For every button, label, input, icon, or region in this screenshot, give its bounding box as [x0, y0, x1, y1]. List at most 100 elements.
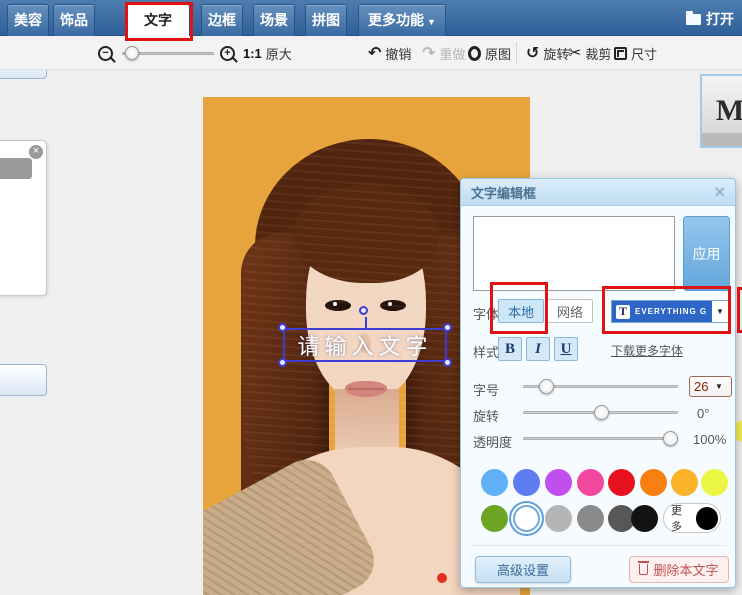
resize-icon — [614, 46, 627, 60]
zoom-actual-label: 原大 — [265, 46, 292, 62]
rotation-value: 0° — [697, 406, 710, 421]
panel-title: 文字编辑框 — [471, 185, 537, 201]
zoom-slider-thumb[interactable] — [125, 46, 139, 60]
text-overlay[interactable]: 请输入文字 — [285, 330, 445, 360]
zoom-ratio: 1:1 — [243, 45, 262, 61]
close-icon[interactable]: × — [714, 183, 725, 201]
zoom-actual-button[interactable]: 1:1 原大 — [243, 36, 292, 70]
panel-separator — [471, 545, 727, 546]
zoom-in-button[interactable]: + — [220, 36, 235, 70]
color-swatch[interactable] — [545, 469, 572, 496]
color-swatch[interactable] — [481, 505, 508, 532]
font-size-thumb[interactable] — [538, 379, 554, 394]
undo-label: 撤销 — [385, 46, 412, 62]
color-swatch[interactable] — [640, 469, 667, 496]
font-preview-tile[interactable]: M — [700, 74, 742, 148]
rotation-slider[interactable] — [523, 405, 678, 420]
tab-scene[interactable]: 场景 — [253, 4, 295, 36]
delete-text-button[interactable]: 删除本文字 — [629, 556, 729, 583]
chevron-down-icon[interactable]: ▼ — [712, 307, 728, 316]
text-edit-panel: 文字编辑框 × 应用 字体 本地 网络 T EVERYTHING G ▼ 样式 … — [460, 178, 736, 588]
text-overlay-selection[interactable]: 请输入文字 — [278, 306, 452, 367]
font-local-button[interactable]: 本地 — [498, 299, 545, 323]
resize-handle-br[interactable] — [443, 358, 452, 367]
redo-button[interactable]: ↷ 重做 — [422, 36, 465, 70]
font-size-slider[interactable] — [523, 379, 678, 394]
text-input[interactable] — [473, 216, 675, 291]
more-colors-dot — [695, 506, 718, 530]
redo-label: 重做 — [439, 46, 466, 62]
color-swatch-selected[interactable] — [513, 505, 540, 532]
crop-button[interactable]: ✂ 裁剪 — [568, 36, 611, 70]
original-icon — [468, 45, 481, 61]
font-network-button[interactable]: 网络 — [547, 299, 594, 323]
card-swatch[interactable] — [0, 158, 32, 179]
font-label: 字体 — [473, 307, 500, 322]
opacity-value: 100% — [693, 432, 727, 447]
color-swatch[interactable] — [577, 469, 604, 496]
tab-more-label: 更多功能 — [368, 12, 425, 28]
zoom-out-icon: − — [98, 45, 113, 61]
resize-button[interactable]: 尺寸 — [614, 36, 657, 70]
tab-decor[interactable]: 饰品 — [53, 4, 95, 36]
zoom-out-button[interactable]: − — [98, 36, 113, 70]
close-icon[interactable]: × — [29, 145, 43, 159]
delete-text-label: 删除本文字 — [653, 563, 719, 578]
italic-button[interactable]: I — [526, 337, 550, 361]
folder-icon — [686, 10, 701, 25]
redo-icon: ↷ — [422, 45, 436, 62]
left-sidebar-button-bottom[interactable] — [0, 364, 47, 396]
font-dropdown-selection: T EVERYTHING G — [612, 301, 712, 322]
toolbar-separator — [516, 43, 517, 63]
tab-text[interactable]: 文字 — [126, 4, 190, 36]
panel-header[interactable]: 文字编辑框 × — [461, 179, 735, 206]
rotation-label: 旋转 — [473, 409, 500, 424]
open-button[interactable]: 打开 — [682, 7, 738, 31]
opacity-slider[interactable] — [523, 431, 678, 446]
rotate-handle[interactable] — [359, 306, 368, 315]
color-swatch[interactable] — [577, 505, 604, 532]
undo-icon: ↶ — [368, 45, 382, 62]
font-size-value: 26 — [694, 379, 709, 394]
color-swatch[interactable] — [671, 469, 698, 496]
font-dropdown[interactable]: T EVERYTHING G ▼ — [611, 300, 729, 323]
chevron-down-icon: ▼ — [715, 382, 723, 391]
style-label: 样式 — [473, 345, 500, 360]
left-sidebar-card: × — [0, 140, 47, 296]
rotation-thumb[interactable] — [594, 405, 610, 420]
resize-handle-tr[interactable] — [443, 323, 452, 332]
color-swatch[interactable] — [545, 505, 572, 532]
open-label: 打开 — [706, 11, 734, 27]
trash-icon — [638, 561, 650, 575]
apply-button[interactable]: 应用 — [683, 216, 730, 291]
color-swatch[interactable] — [608, 469, 635, 496]
color-swatch[interactable] — [481, 469, 508, 496]
font-name: EVERYTHING G — [635, 307, 708, 316]
color-swatch[interactable] — [631, 505, 658, 532]
scissors-icon: ✂ — [568, 45, 582, 62]
zoom-slider[interactable] — [122, 46, 214, 60]
tab-collage[interactable]: 拼图 — [305, 4, 347, 36]
tab-more-features[interactable]: 更多功能 ▼ — [358, 4, 446, 36]
color-swatch[interactable] — [513, 469, 540, 496]
resize-handle-tl[interactable] — [278, 323, 287, 332]
color-swatch[interactable] — [701, 469, 728, 496]
advanced-settings-button[interactable]: 高级设置 — [475, 556, 571, 583]
tab-border[interactable]: 边框 — [201, 4, 243, 36]
underline-button[interactable]: U — [554, 337, 578, 361]
bold-button[interactable]: B — [498, 337, 522, 361]
more-colors-button[interactable]: 更多 — [663, 503, 721, 533]
edit-toolbar: − + 1:1 原大 ↶ 撤销 ↷ 重做 原图 ↺ 旋转 ✂ 裁剪 尺寸 — [0, 36, 742, 70]
undo-button[interactable]: ↶ 撤销 — [368, 36, 411, 70]
opacity-thumb[interactable] — [662, 431, 678, 446]
resize-handle-bl[interactable] — [278, 358, 287, 367]
top-tab-bar: 美容 饰品 文字 边框 场景 拼图 更多功能 ▼ 打开 — [0, 0, 742, 36]
font-size-label: 字号 — [473, 383, 500, 398]
font-size-dropdown[interactable]: 26 ▼ — [689, 376, 732, 397]
rotate-button[interactable]: ↺ 旋转 — [526, 36, 569, 70]
chevron-down-icon: ▼ — [427, 17, 436, 27]
original-image-button[interactable]: 原图 — [468, 36, 511, 70]
download-fonts-link[interactable]: 下载更多字体 — [611, 342, 683, 359]
font-type-icon: T — [616, 304, 630, 319]
tab-beauty[interactable]: 美容 — [7, 4, 49, 36]
